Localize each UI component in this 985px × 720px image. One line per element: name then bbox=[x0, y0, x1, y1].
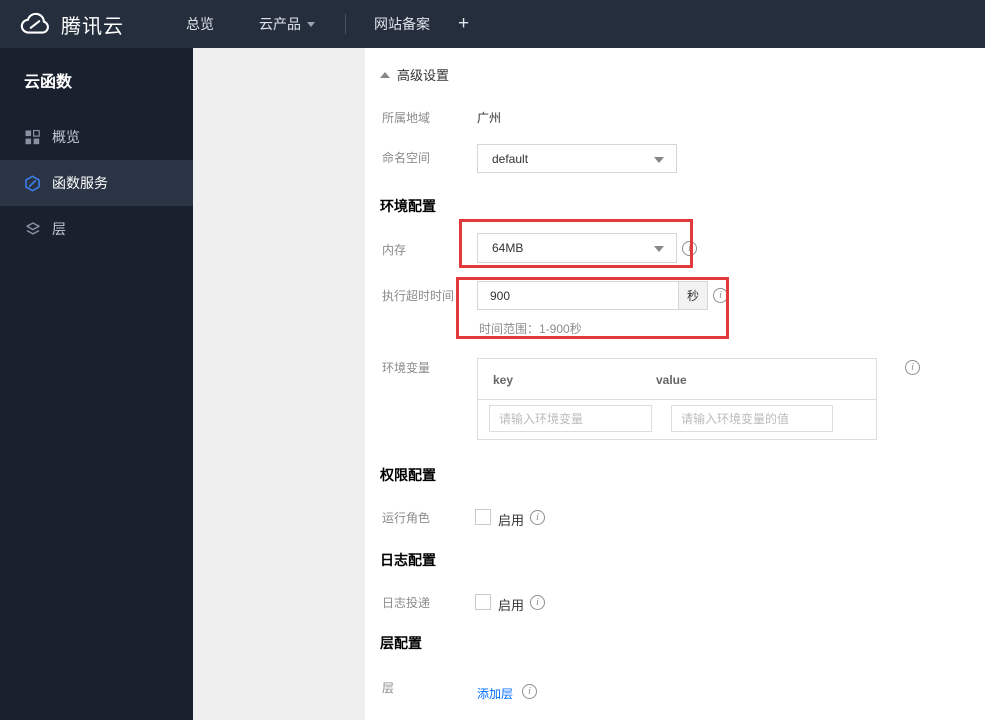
log-delivery-checkbox[interactable] bbox=[475, 594, 491, 610]
log-delivery-label: 日志投递 bbox=[382, 596, 431, 610]
nav-item-overview[interactable]: 总览 bbox=[186, 14, 214, 34]
env-vars-info-icon[interactable] bbox=[905, 360, 920, 375]
add-layer-info-icon[interactable] bbox=[522, 684, 537, 699]
timeout-input-group: 秒 bbox=[477, 281, 708, 310]
namespace-label: 命名空间 bbox=[382, 151, 431, 165]
timeout-input[interactable] bbox=[477, 281, 679, 310]
namespace-selected-value: default bbox=[492, 151, 529, 166]
nav-item-cloud-products[interactable]: 云产品 bbox=[259, 14, 315, 34]
nav-item-add-tab[interactable]: + bbox=[458, 13, 469, 35]
timeout-range-hint: 时间范围：1-900秒 bbox=[479, 322, 582, 336]
sidebar-item-layers[interactable]: 层 bbox=[0, 206, 193, 252]
env-vars-table: key value bbox=[477, 358, 877, 440]
sidebar-item-overview[interactable]: 概览 bbox=[0, 114, 193, 160]
section-log-config: 日志配置 bbox=[380, 552, 436, 568]
nav-item-label: 网站备案 bbox=[374, 16, 430, 32]
timeout-unit-suffix: 秒 bbox=[679, 281, 708, 310]
sidebar: 云函数 概览 函数服务 层 bbox=[0, 48, 193, 720]
sidebar-item-function-service[interactable]: 函数服务 bbox=[0, 160, 193, 206]
add-layer-link[interactable]: 添加层 bbox=[477, 685, 513, 702]
timeout-info-icon[interactable] bbox=[713, 288, 728, 303]
run-role-checkbox[interactable] bbox=[475, 509, 491, 525]
env-var-key-input[interactable] bbox=[489, 405, 652, 432]
advanced-settings-toggle[interactable]: 高级设置 bbox=[380, 65, 449, 84]
sidebar-item-label: 概览 bbox=[52, 129, 80, 145]
caret-down-icon bbox=[307, 21, 315, 27]
function-config-form: 高级设置 所属地域 广州 命名空间 default 环境配置 内存 64MB 执… bbox=[365, 48, 985, 720]
section-perm-config: 权限配置 bbox=[380, 467, 436, 483]
sidebar-product-title: 云函数 bbox=[24, 74, 73, 91]
section-env-config: 环境配置 bbox=[380, 198, 436, 214]
collapsed-list-panel bbox=[193, 48, 365, 720]
navbar-divider bbox=[345, 14, 346, 34]
run-role-info-icon[interactable] bbox=[530, 510, 545, 525]
triangle-up-icon bbox=[380, 71, 390, 78]
function-hexagon-icon bbox=[24, 174, 41, 192]
top-navbar: 腾讯云 总览 云产品 网站备案 + bbox=[0, 0, 985, 48]
plus-icon: + bbox=[458, 13, 470, 34]
region-value: 广州 bbox=[477, 111, 502, 125]
grid-icon bbox=[24, 129, 41, 146]
layer-label: 层 bbox=[382, 681, 395, 695]
memory-select[interactable]: 64MB bbox=[477, 233, 677, 263]
region-label: 所属地域 bbox=[382, 111, 431, 125]
nav-item-website-icp[interactable]: 网站备案 bbox=[374, 14, 430, 34]
advanced-settings-label: 高级设置 bbox=[397, 68, 450, 83]
sidebar-item-label: 层 bbox=[52, 221, 66, 237]
run-role-enable-label: 启用 bbox=[498, 513, 525, 528]
memory-info-icon[interactable] bbox=[682, 241, 697, 256]
log-delivery-info-icon[interactable] bbox=[530, 595, 545, 610]
timeout-label: 执行超时时间 bbox=[382, 289, 455, 303]
nav-item-label: 云产品 bbox=[259, 16, 301, 32]
sidebar-menu: 概览 函数服务 层 bbox=[0, 114, 193, 252]
caret-down-icon bbox=[654, 246, 664, 252]
env-var-value-input[interactable] bbox=[671, 405, 833, 432]
caret-down-icon bbox=[654, 157, 664, 163]
layers-icon bbox=[24, 221, 41, 238]
section-layer-config: 层配置 bbox=[380, 635, 422, 651]
brand-title: 腾讯云 bbox=[61, 15, 124, 38]
namespace-select[interactable]: default bbox=[477, 144, 677, 173]
tencent-cloud-logo-icon bbox=[18, 12, 52, 37]
env-vars-col-key: key bbox=[493, 373, 514, 387]
memory-label: 内存 bbox=[382, 243, 407, 257]
memory-selected-value: 64MB bbox=[492, 241, 524, 255]
nav-item-label: 总览 bbox=[186, 16, 214, 32]
sidebar-item-label: 函数服务 bbox=[52, 175, 108, 191]
run-role-label: 运行角色 bbox=[382, 511, 431, 525]
log-delivery-enable-label: 启用 bbox=[498, 598, 525, 613]
table-header-divider bbox=[478, 399, 876, 400]
env-vars-col-value: value bbox=[656, 373, 687, 387]
tencent-cloud-brand[interactable]: 腾讯云 bbox=[0, 10, 124, 39]
env-vars-label: 环境变量 bbox=[382, 361, 431, 375]
